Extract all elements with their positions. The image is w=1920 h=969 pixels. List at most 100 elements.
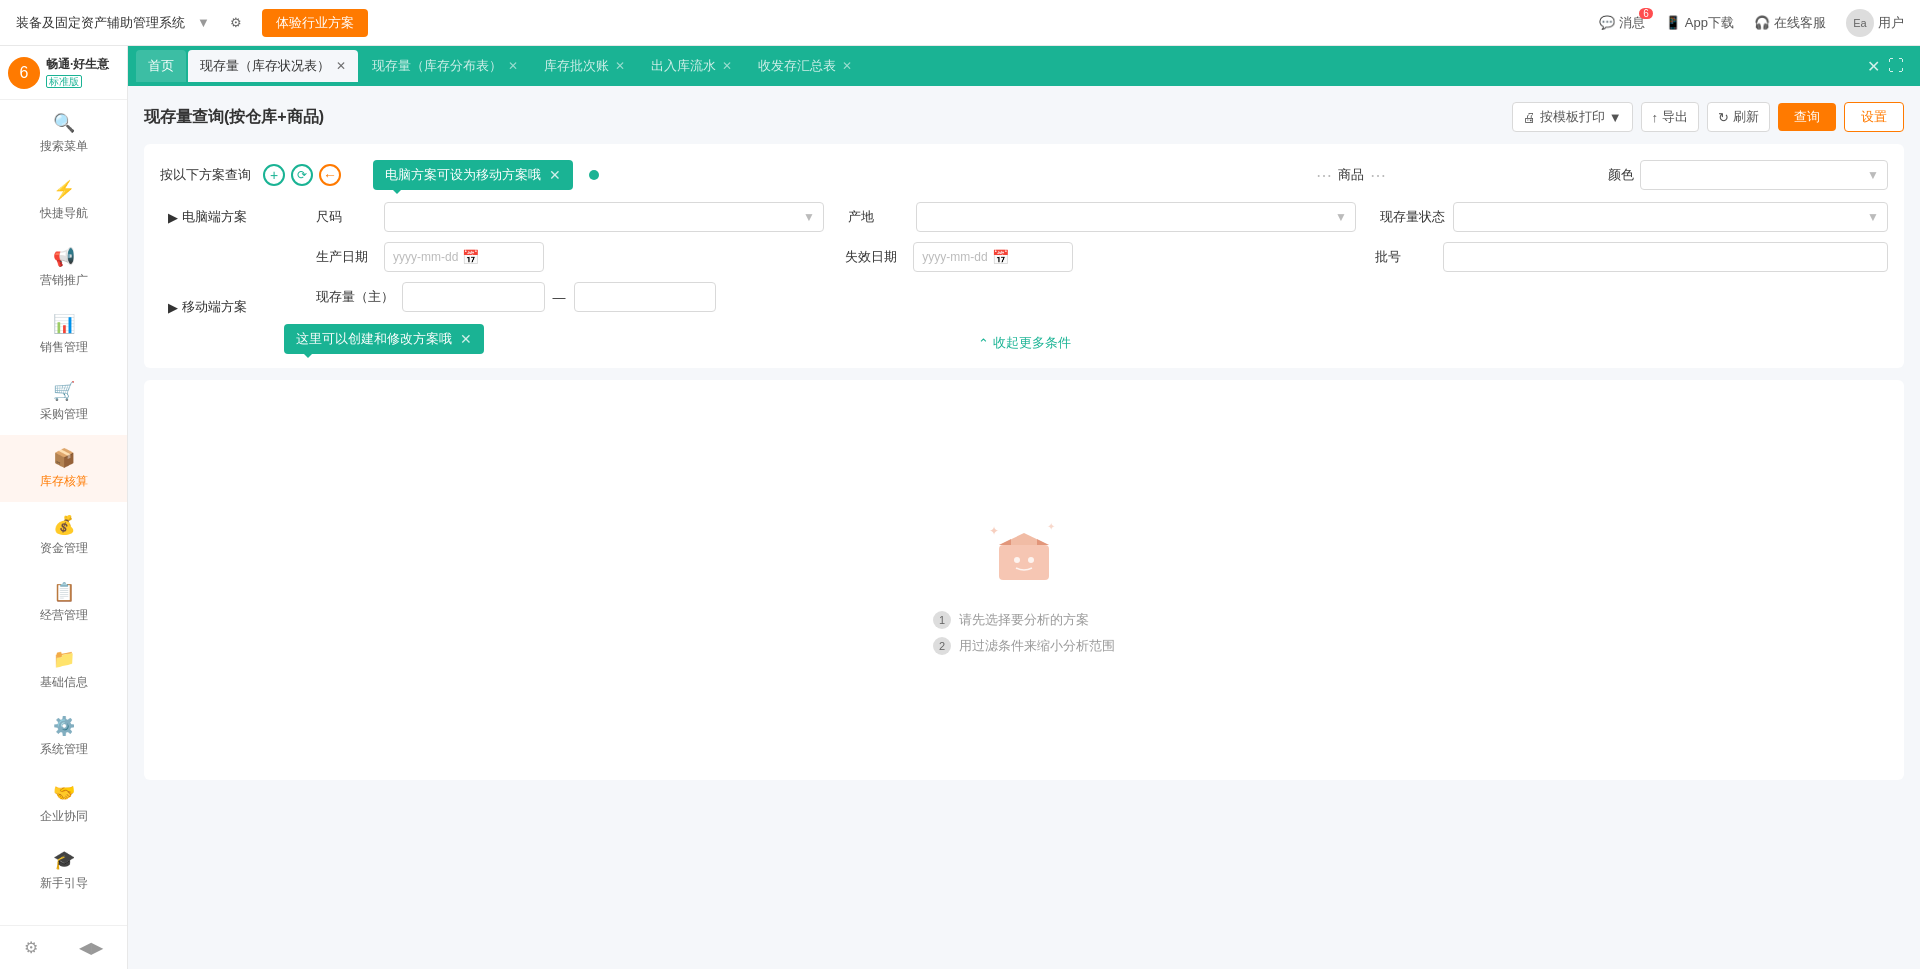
export-button[interactable]: ↑ 导出 (1641, 102, 1700, 132)
gear-button[interactable]: ⚙ (222, 9, 250, 37)
empty-icon-wrapper: ✦ ✦ (979, 505, 1069, 595)
origin-select[interactable]: ▼ (916, 202, 1356, 232)
sidebar-item-inventory[interactable]: 📦 库存核算 (0, 435, 127, 502)
download-icon: 📱 (1665, 15, 1681, 30)
search-button[interactable]: 查询 (1778, 103, 1836, 131)
search-icon: 🔍 (53, 112, 75, 134)
logo-icon: 6 (8, 57, 40, 89)
top-bar-right: 💬 消息 6 📱 App下载 🎧 在线客服 Ea 用户 (1599, 9, 1904, 37)
print-icon: 🖨 (1523, 110, 1536, 125)
sidebar-item-search[interactable]: 🔍 搜索菜单 (0, 100, 127, 167)
tab-flow[interactable]: 出入库流水 ✕ (639, 50, 744, 82)
tab-inventory-status[interactable]: 现存量（库存状况表） ✕ (188, 50, 358, 82)
finance-icon: 💰 (53, 514, 75, 536)
stock-status-select[interactable]: ▼ (1453, 202, 1888, 232)
svg-text:✦: ✦ (989, 524, 999, 538)
sidebar-item-management[interactable]: 📋 经营管理 (0, 569, 127, 636)
add-scheme-button[interactable]: + (263, 164, 285, 186)
set-button[interactable]: 设置 (1844, 102, 1904, 132)
app-download-button[interactable]: 📱 App下载 (1665, 14, 1734, 32)
stock-main-min[interactable] (402, 282, 545, 312)
tab-fullscreen-button[interactable]: ⛶ (1888, 57, 1904, 76)
color-select[interactable]: ▼ (1640, 160, 1888, 190)
tab-batch[interactable]: 库存批次账 ✕ (532, 50, 637, 82)
tooltip-pc-close-button[interactable]: ✕ (549, 167, 561, 183)
svg-point-5 (1028, 557, 1034, 563)
filter-fields-area: 尺码 ▼ 产地 ▼ (316, 202, 1888, 322)
stock-status-arrow: ▼ (1867, 210, 1879, 224)
message-button[interactable]: 💬 消息 6 (1599, 14, 1645, 32)
sidebar-item-marketing[interactable]: 📢 营销推广 (0, 234, 127, 301)
batch-input[interactable] (1443, 242, 1888, 272)
sidebar-item-system[interactable]: ⚙️ 系统管理 (0, 703, 127, 770)
size-filter: 尺码 ▼ (316, 202, 824, 232)
pc-scheme-item[interactable]: ▶ 电脑端方案 (160, 202, 300, 232)
size-arrow: ▼ (803, 210, 815, 224)
print-button[interactable]: 🖨 按模板打印 ▼ (1512, 102, 1633, 132)
basicinfo-icon: 📁 (53, 648, 75, 670)
expire-date-start[interactable]: yyyy-mm-dd 📅 (913, 242, 1073, 272)
user-avatar: Ea (1846, 9, 1874, 37)
filter-row-3: 现存量（主） — (316, 282, 1888, 312)
tab-close-all-button[interactable]: ✕ (1867, 57, 1880, 76)
tab-close-summary[interactable]: ✕ (842, 59, 852, 73)
tab-inventory-distribution[interactable]: 现存量（库存分布表） ✕ (360, 50, 530, 82)
tab-close-inventory-distribution[interactable]: ✕ (508, 59, 518, 73)
sales-icon: 📊 (53, 313, 75, 335)
tooltip-edit-scheme-wrapper: 这里可以创建和修改方案哦 ✕ (284, 324, 484, 354)
tab-close-inventory-status[interactable]: ✕ (336, 59, 346, 73)
trial-button[interactable]: 体验行业方案 (262, 9, 368, 37)
message-icon: 💬 (1599, 15, 1615, 30)
tooltip-edit-scheme: 这里可以创建和修改方案哦 ✕ (284, 324, 484, 354)
marketing-icon: 📢 (53, 246, 75, 268)
color-arrow: ▼ (1867, 168, 1879, 182)
calendar-icon-2: 📅 (992, 249, 1009, 265)
back-scheme-button[interactable]: ← (319, 164, 341, 186)
top-bar: 装备及固定资产辅助管理系统 ▼ ⚙ 体验行业方案 💬 消息 6 📱 App下载 … (0, 0, 1920, 46)
sidebar-nav: 🔍 搜索菜单 ⚡ 快捷导航 📢 营销推广 📊 销售管理 🛒 采购管理 (0, 100, 127, 925)
origin-arrow: ▼ (1335, 210, 1347, 224)
produce-date-start[interactable]: yyyy-mm-dd 📅 (384, 242, 544, 272)
sidebar-item-quicknav[interactable]: ⚡ 快捷导航 (0, 167, 127, 234)
sidebar-item-purchase[interactable]: 🛒 采购管理 (0, 368, 127, 435)
size-select[interactable]: ▼ (384, 202, 824, 232)
goods-filter-item: ⋯ 商品 ⋯ (1316, 166, 1596, 185)
hint-num-2: 2 (933, 637, 951, 655)
refresh-icon: ↻ (1718, 110, 1729, 125)
empty-hints: 1 请先选择要分析的方案 2 用过滤条件来缩小分析范围 (933, 611, 1115, 655)
user-menu[interactable]: Ea 用户 (1846, 9, 1904, 37)
filter-top-row: 按以下方案查询 + ⟳ ← 电脑方案可设为移动方案哦 ✕ (160, 160, 1888, 190)
calendar-icon-1: 📅 (462, 249, 479, 265)
service-icon: 🎧 (1754, 15, 1770, 30)
sidebar-item-enterprise[interactable]: 🤝 企业协同 (0, 770, 127, 837)
goods-dots2: ⋯ (1370, 166, 1386, 185)
mobile-scheme-item[interactable]: ▶ 移动端方案 (160, 292, 300, 322)
scheme-tree-area: ▶ 电脑端方案 ▶ 移动端方案 这里可以创建和修改方 (160, 202, 300, 322)
range-separator: — (553, 290, 566, 305)
svg-point-4 (1014, 557, 1020, 563)
online-service-button[interactable]: 🎧 在线客服 (1754, 14, 1826, 32)
collapse-sidebar-button[interactable]: ◀▶ (79, 938, 103, 957)
empty-state: ✦ ✦ 1 请先选择要分析的方案 2 用过滤条件来缩小分析范围 (873, 445, 1175, 715)
tab-summary[interactable]: 收发存汇总表 ✕ (746, 50, 864, 82)
sidebar-item-guide[interactable]: 🎓 新手引导 (0, 837, 127, 904)
settings-footer-button[interactable]: ⚙ (24, 938, 38, 957)
stock-main-max[interactable] (574, 282, 717, 312)
tooltip-edit-close-button[interactable]: ✕ (460, 331, 472, 347)
collapse-up-icon: ⌃ (978, 336, 989, 351)
sidebar-item-sales[interactable]: 📊 销售管理 (0, 301, 127, 368)
produce-date-range: yyyy-mm-dd 📅 (384, 242, 544, 272)
sidebar-item-finance[interactable]: 💰 资金管理 (0, 502, 127, 569)
tab-home[interactable]: 首页 (136, 50, 186, 82)
refresh-scheme-button[interactable]: ⟳ (291, 164, 313, 186)
stock-main-filter: 现存量（主） — (316, 282, 716, 312)
message-badge: 6 (1639, 8, 1653, 19)
refresh-button[interactable]: ↻ 刷新 (1707, 102, 1770, 132)
page-title: 现存量查询(按仓库+商品) (144, 107, 324, 128)
svg-text:✦: ✦ (1047, 521, 1055, 532)
sidebar-item-basic-info[interactable]: 📁 基础信息 (0, 636, 127, 703)
svg-rect-0 (999, 545, 1049, 580)
tab-close-batch[interactable]: ✕ (615, 59, 625, 73)
system-dropdown-icon[interactable]: ▼ (197, 15, 210, 30)
tab-close-flow[interactable]: ✕ (722, 59, 732, 73)
